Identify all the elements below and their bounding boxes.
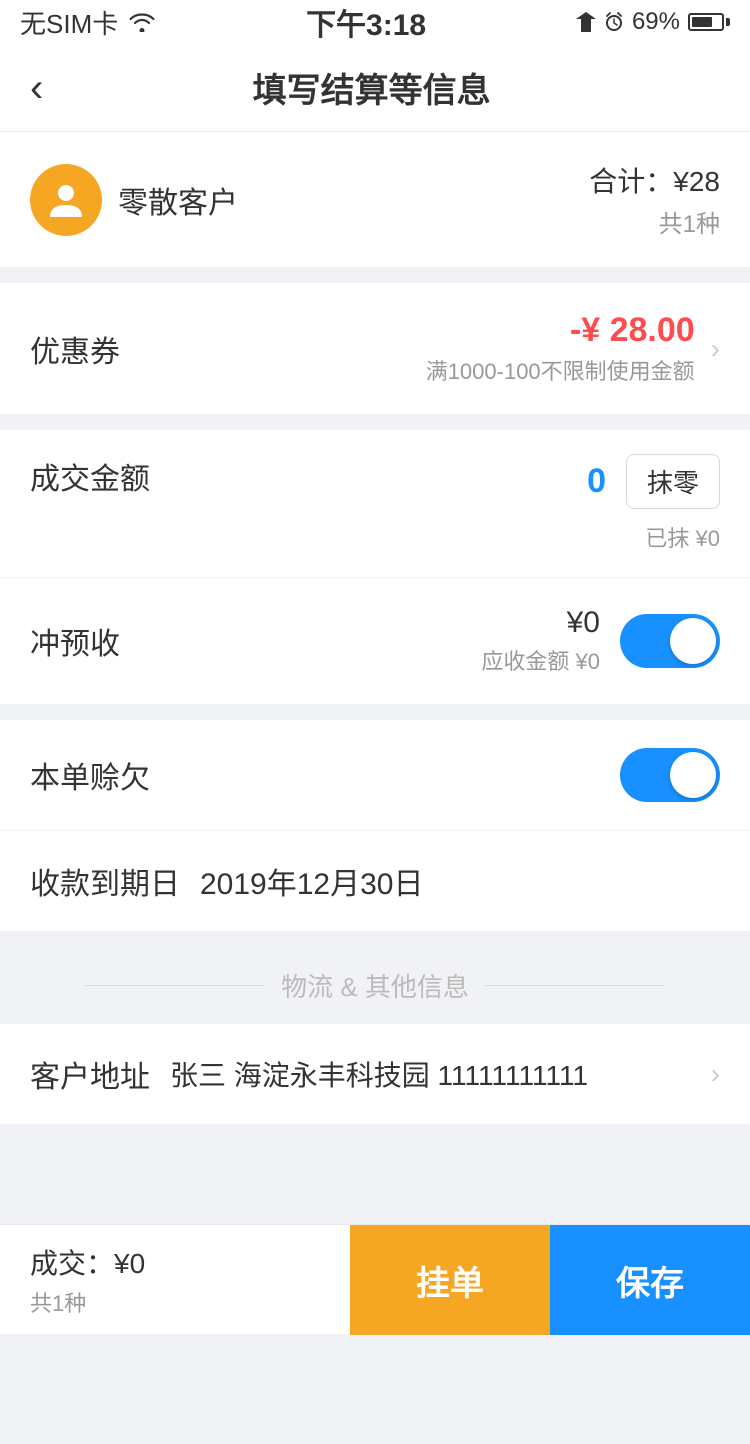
bottom-transaction: 成交：¥0 [30,1242,320,1282]
round-button[interactable]: 抹零 [626,454,720,509]
bottom-transaction-label: 成交： [30,1248,114,1279]
prepayment-toggle[interactable] [620,614,720,668]
divider-section: 物流 & 其他信息 [0,947,750,1024]
transaction-label: 成交金额 [30,454,150,498]
transaction-value[interactable]: 0 [566,462,606,501]
prepayment-values: ¥0 应收金额 ¥0 [481,606,600,676]
prepayment-main: ¥0 [481,606,600,640]
prepayment-sub: 应收金额 ¥0 [481,644,600,676]
divider-line-left [85,985,265,986]
customer-left: 零散客户 [30,164,238,236]
coupon-value-block: -¥ 28.00 满1000-100不限制使用金额 [426,311,695,386]
location-icon [576,12,596,32]
debit-toggle-knob [670,752,716,798]
wifi-icon [128,12,156,32]
transaction-sub: 已抹 ¥0 [645,521,720,553]
coupon-section: 优惠券 -¥ 28.00 满1000-100不限制使用金额 › [0,283,750,414]
prepayment-label: 冲预收 [30,619,150,663]
prepayment-row: 冲预收 ¥0 应收金额 ¥0 [0,578,750,704]
person-icon [45,179,87,221]
duedate-label: 收款到期日 [30,859,180,903]
duedate-content: 收款到期日 2019年12月30日 [30,859,720,903]
nav-bar: ‹ 填写结算等信息 [0,44,750,132]
divider-label: 物流 & 其他信息 [0,967,750,1004]
battery-percent: 69% [632,8,680,36]
carrier-text: 无SIM卡 [20,4,118,41]
battery-icon [688,13,730,31]
status-bar: 无SIM卡 下午3:18 69% [0,0,750,44]
coupon-discount: -¥ 28.00 [426,311,695,350]
status-left: 无SIM卡 [20,4,156,41]
total-amount: 合计：¥28 [589,160,720,200]
page-title: 填写结算等信息 [63,63,680,112]
duedate-value[interactable]: 2019年12月30日 [200,859,423,903]
debit-section: 本单赊欠 收款到期日 2019年12月30日 [0,720,750,931]
coupon-right: -¥ 28.00 满1000-100不限制使用金额 › [150,311,720,386]
coupon-chevron-icon: › [711,333,720,365]
avatar [30,164,102,236]
status-time: 下午3:18 [306,0,426,44]
duedate-row: 收款到期日 2019年12月30日 [0,830,750,931]
address-value: 张三 海淀永丰科技园 11111111111 [170,1054,691,1094]
address-chevron-icon: › [711,1058,720,1090]
debit-toggle[interactable] [620,748,720,802]
address-section[interactable]: 客户地址 张三 海淀永丰科技园 11111111111 › [0,1024,750,1124]
customer-name: 零散客户 [118,178,238,222]
bottom-info: 成交：¥0 共1种 [0,1225,350,1334]
hang-button[interactable]: 挂单 [350,1225,550,1335]
customer-right: 合计：¥28 共1种 [589,160,720,239]
transaction-row: 成交金额 0 抹零 已抹 ¥0 [0,430,750,578]
coupon-row[interactable]: 优惠券 -¥ 28.00 满1000-100不限制使用金额 › [0,283,750,414]
debit-row: 本单赊欠 [0,720,750,830]
total-count: 共1种 [589,204,720,239]
bottom-transaction-value: ¥0 [114,1248,145,1279]
divider-line-right [485,985,665,986]
transaction-section: 成交金额 0 抹零 已抹 ¥0 冲预收 ¥0 应收金额 ¥0 [0,430,750,704]
coupon-desc: 满1000-100不限制使用金额 [426,354,695,386]
bottom-bar: 成交：¥0 共1种 挂单 保存 [0,1224,750,1334]
bottom-count: 共1种 [30,1286,320,1318]
coupon-label: 优惠券 [30,327,150,371]
status-right: 69% [576,8,730,36]
back-button[interactable]: ‹ [30,68,43,108]
save-button[interactable]: 保存 [550,1225,750,1335]
debit-label: 本单赊欠 [30,753,150,797]
address-label: 客户地址 [30,1052,150,1096]
alarm-icon [604,12,624,32]
customer-section: 零散客户 合计：¥28 共1种 [0,132,750,267]
toggle-knob [670,618,716,664]
